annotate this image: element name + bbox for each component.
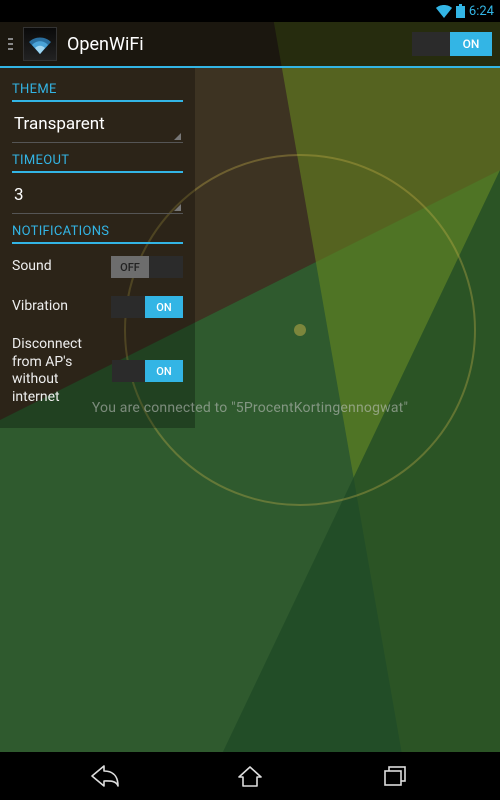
status-bar: 6:24 bbox=[0, 0, 500, 22]
sound-label: Sound bbox=[12, 258, 52, 276]
disconnect-toggle[interactable]: ON bbox=[112, 360, 183, 382]
toggle-knob-label: ON bbox=[145, 296, 183, 318]
connection-status: You are connected to "5ProcentKortingenn… bbox=[0, 400, 500, 416]
back-button[interactable] bbox=[65, 756, 145, 796]
recents-button[interactable] bbox=[355, 756, 435, 796]
wifi-status-icon bbox=[436, 5, 452, 18]
action-bar: OpenWiFi ON bbox=[0, 22, 500, 68]
home-button[interactable] bbox=[210, 756, 290, 796]
disconnect-label: Disconnect from AP's without internet bbox=[12, 336, 104, 406]
section-notifications-label: NOTIFICATIONS bbox=[12, 224, 183, 244]
master-toggle[interactable]: ON bbox=[412, 32, 492, 56]
toggle-knob-label: ON bbox=[145, 360, 183, 382]
settings-panel: THEME Transparent TIMEOUT 3 NOTIFICATION… bbox=[0, 68, 195, 428]
battery-status-icon bbox=[456, 4, 465, 18]
navigation-bar bbox=[0, 752, 500, 800]
sound-toggle[interactable]: OFF bbox=[111, 256, 183, 278]
vibration-toggle[interactable]: ON bbox=[111, 296, 183, 318]
theme-value: Transparent bbox=[14, 114, 105, 134]
section-timeout-label: TIMEOUT bbox=[12, 153, 183, 173]
toggle-knob-label: OFF bbox=[111, 256, 149, 278]
drawer-icon[interactable] bbox=[8, 38, 13, 50]
theme-spinner[interactable]: Transparent bbox=[12, 108, 183, 143]
status-time: 6:24 bbox=[469, 4, 494, 19]
app-icon bbox=[23, 27, 57, 61]
section-theme-label: THEME bbox=[12, 82, 183, 102]
toggle-knob-label: ON bbox=[450, 32, 492, 56]
vibration-label: Vibration bbox=[12, 298, 68, 316]
timeout-value: 3 bbox=[14, 185, 24, 205]
app-title: OpenWiFi bbox=[67, 34, 402, 55]
timeout-spinner[interactable]: 3 bbox=[12, 179, 183, 214]
